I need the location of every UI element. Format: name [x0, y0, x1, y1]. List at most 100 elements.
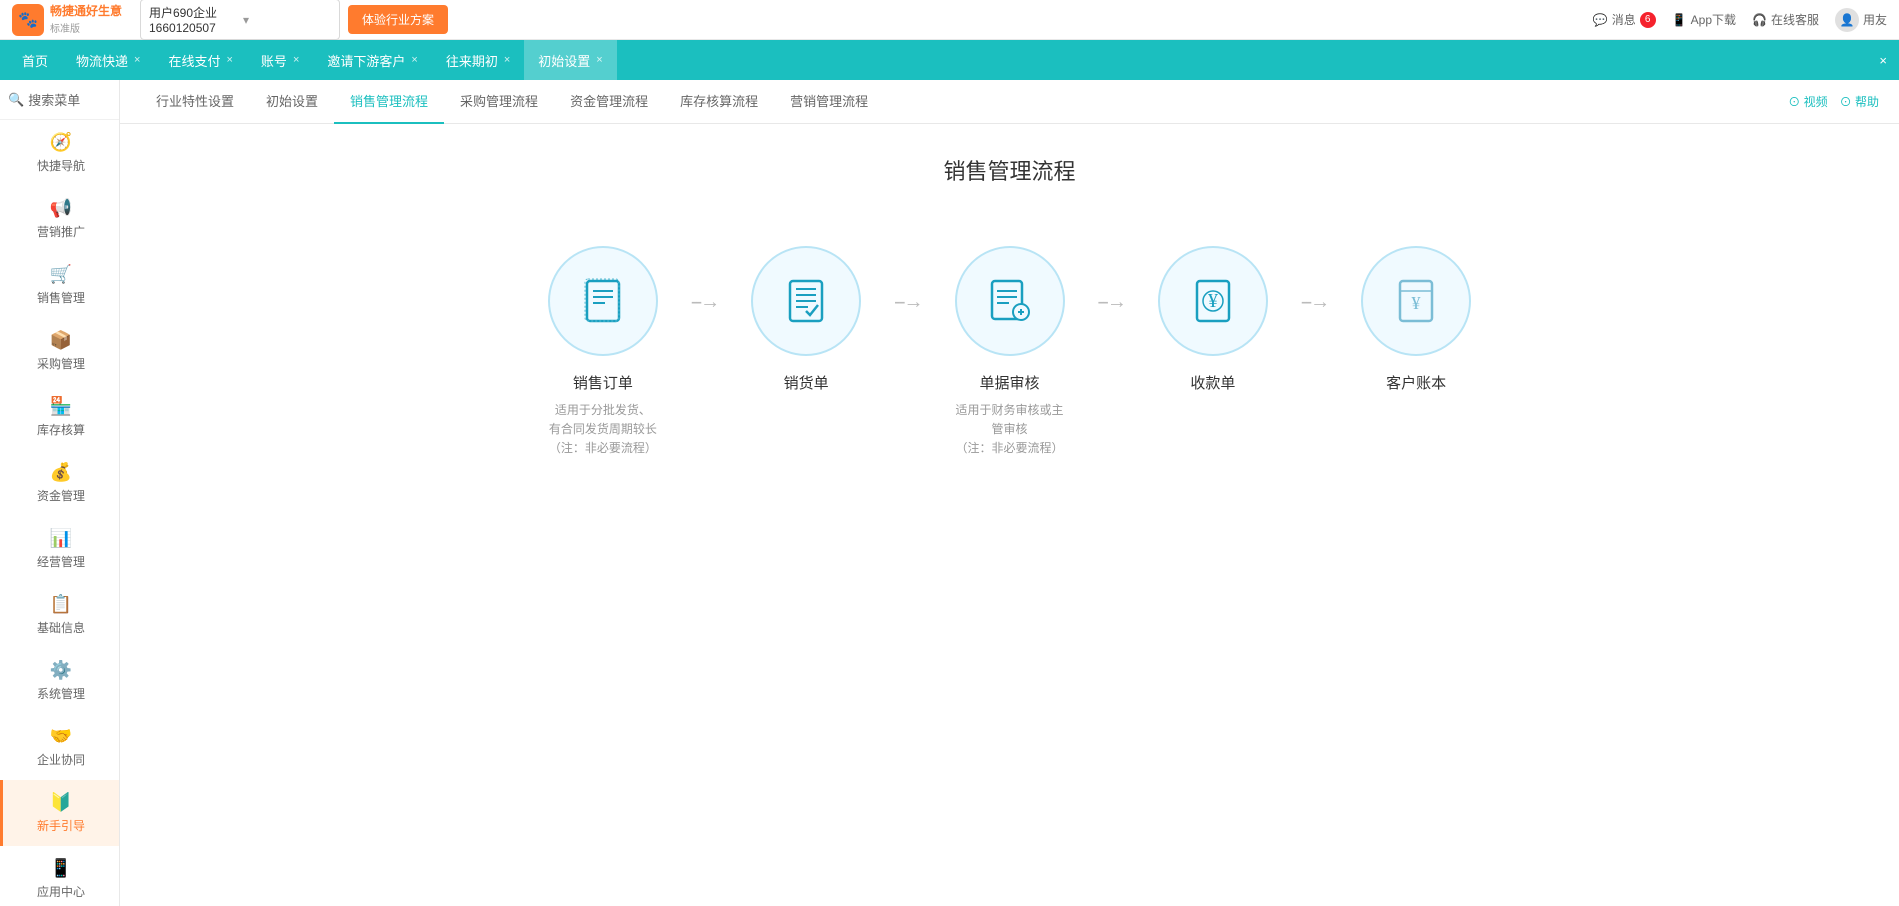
sidebar-item-quick-nav[interactable]: 🧭 快捷导航	[0, 120, 119, 186]
process-circle-sales-order	[548, 246, 658, 356]
sidebar-item-basic-info[interactable]: 📋 基础信息	[0, 582, 119, 648]
user-selector-label: 用户690企业1660120507	[149, 4, 237, 35]
close-icon[interactable]: ×	[596, 54, 602, 66]
tab-home-label: 首页	[22, 51, 48, 70]
sidebar-item-purchase[interactable]: 📦 采购管理	[0, 318, 119, 384]
handshake-icon: 🤝	[50, 726, 72, 747]
close-all-tabs[interactable]: ×	[1867, 40, 1899, 80]
tab-opening[interactable]: 往来期初 ×	[432, 40, 524, 80]
clipboard-icon: 📋	[50, 594, 72, 615]
logo: 🐾 畅捷通好生意 标准版	[12, 4, 132, 36]
arrow-4: --→	[1293, 291, 1336, 314]
compass-icon: 🧭	[50, 132, 72, 153]
chevron-down-icon: ▾	[243, 13, 331, 27]
tab-account[interactable]: 账号 ×	[247, 40, 313, 80]
search-menu[interactable]: 🔍 搜索菜单	[0, 80, 119, 120]
sidebar-label-marketing: 营销推广	[37, 223, 85, 240]
subtab-initial[interactable]: 初始设置	[250, 80, 334, 124]
close-icon[interactable]: ×	[134, 54, 140, 66]
process-step-sales-order: 销售订单 适用于分批发货、有合同发货周期较长（注：非必要流程）	[523, 246, 683, 459]
delivery-order-icon	[780, 275, 832, 327]
subtab-purchase-flow[interactable]: 采购管理流程	[444, 80, 554, 124]
app-label: App下载	[1691, 11, 1736, 28]
sidebar: 🔍 搜索菜单 🧭 快捷导航 📢 营销推广 🛒 销售管理 📦 采购管理 🏪 库存核…	[0, 80, 120, 906]
arrow-1: --→	[683, 291, 726, 314]
user-selector[interactable]: 用户690企业1660120507 ▾	[140, 0, 340, 40]
review-icon	[984, 275, 1036, 327]
sidebar-label-finance: 资金管理	[37, 487, 85, 504]
close-icon[interactable]: ×	[411, 54, 417, 66]
search-icon: 🔍	[8, 92, 24, 108]
process-circle-ledger: ¥	[1361, 246, 1471, 356]
sales-order-label: 销售订单	[573, 372, 633, 393]
avatar: 👤	[1835, 8, 1859, 32]
online-service-button[interactable]: 🎧 在线客服	[1752, 11, 1819, 28]
process-step-ledger: ¥ 客户账本	[1336, 246, 1496, 401]
video-link[interactable]: ⊙ 视频	[1788, 93, 1827, 110]
logo-text: 畅捷通好生意	[50, 4, 122, 20]
delivery-label: 销货单	[784, 372, 829, 393]
sidebar-label-enterprise: 企业协同	[37, 751, 85, 768]
logo-icon: 🐾	[12, 4, 44, 36]
close-icon[interactable]: ×	[226, 54, 232, 66]
subtab-industry[interactable]: 行业特性设置	[140, 80, 250, 124]
message-button[interactable]: 💬 消息 6	[1593, 11, 1656, 28]
sales-order-desc: 适用于分批发货、有合同发货周期较长（注：非必要流程）	[549, 401, 657, 459]
close-icon[interactable]: ×	[293, 54, 299, 66]
tab-logistics[interactable]: 物流快递 ×	[62, 40, 154, 80]
main-layout: 🔍 搜索菜单 🧭 快捷导航 📢 营销推广 🛒 销售管理 📦 采购管理 🏪 库存核…	[0, 80, 1899, 906]
process-content: 销售管理流程 销售订单 适用于分批发货、有合同发货周期较长（	[120, 124, 1899, 906]
tab-account-label: 账号	[261, 51, 287, 70]
subtab-marketing-flow[interactable]: 营销管理流程	[774, 80, 884, 124]
receipt-icon: ¥	[1187, 275, 1239, 327]
user-profile[interactable]: 👤 用友	[1835, 8, 1887, 32]
cart-icon: 🛒	[50, 264, 72, 285]
process-title: 销售管理流程	[943, 154, 1075, 186]
sidebar-item-enterprise[interactable]: 🤝 企业协同	[0, 714, 119, 780]
store-icon: 🏪	[50, 396, 72, 417]
sidebar-item-operations[interactable]: 📊 经营管理	[0, 516, 119, 582]
subtab-finance-flow[interactable]: 资金管理流程	[554, 80, 664, 124]
subtab-industry-label: 行业特性设置	[156, 91, 234, 110]
tab-payment-label: 在线支付	[168, 51, 220, 70]
sidebar-item-guide[interactable]: 🔰 新手引导	[0, 780, 119, 846]
trial-button[interactable]: 体验行业方案	[348, 5, 448, 34]
tab-payment[interactable]: 在线支付 ×	[154, 40, 246, 80]
tab-invite[interactable]: 邀请下游客户 ×	[313, 40, 431, 80]
sidebar-item-app-center[interactable]: 📱 应用中心	[0, 846, 119, 906]
sidebar-label-quick-nav: 快捷导航	[37, 157, 85, 174]
sidebar-item-marketing[interactable]: 📢 营销推广	[0, 186, 119, 252]
sidebar-item-finance[interactable]: 💰 资金管理	[0, 450, 119, 516]
tab-home[interactable]: 首页	[8, 40, 62, 80]
sidebar-item-inventory[interactable]: 🏪 库存核算	[0, 384, 119, 450]
box-icon: 📦	[50, 330, 72, 351]
subtab-inventory-flow[interactable]: 库存核算流程	[664, 80, 774, 124]
sales-order-icon	[577, 275, 629, 327]
app-download-button[interactable]: 📱 App下载	[1672, 11, 1736, 28]
sidebar-label-operations: 经营管理	[37, 553, 85, 570]
ledger-icon: ¥	[1390, 275, 1442, 327]
tab-logistics-label: 物流快递	[76, 51, 128, 70]
review-desc: 适用于财务审核或主管审核（注：非必要流程）	[955, 401, 1063, 459]
logo-sub: 标准版	[50, 20, 122, 35]
process-step-receipt: ¥ 收款单	[1133, 246, 1293, 401]
sidebar-item-sales[interactable]: 🛒 销售管理	[0, 252, 119, 318]
headset-icon: 🎧	[1752, 13, 1767, 27]
help-link[interactable]: ⊙ 帮助	[1840, 93, 1879, 110]
process-flow: 销售订单 适用于分批发货、有合同发货周期较长（注：非必要流程） --→	[523, 246, 1496, 459]
sub-tabs-right: ⊙ 视频 ⊙ 帮助	[1788, 93, 1879, 110]
svg-text:¥: ¥	[1412, 293, 1421, 313]
process-circle-review	[955, 246, 1065, 356]
tab-initial-label: 初始设置	[538, 51, 590, 70]
gear-icon: ⚙️	[50, 660, 72, 681]
message-badge: 6	[1640, 12, 1656, 28]
subtab-sales-flow-label: 销售管理流程	[350, 91, 428, 110]
subtab-initial-label: 初始设置	[266, 91, 318, 110]
megaphone-icon: 📢	[50, 198, 72, 219]
mobile-icon: 📱	[50, 858, 72, 879]
sidebar-item-system[interactable]: ⚙️ 系统管理	[0, 648, 119, 714]
close-icon[interactable]: ×	[504, 54, 510, 66]
tab-initial-setup[interactable]: 初始设置 ×	[524, 40, 616, 80]
subtab-purchase-flow-label: 采购管理流程	[460, 91, 538, 110]
subtab-sales-flow[interactable]: 销售管理流程	[334, 80, 444, 124]
